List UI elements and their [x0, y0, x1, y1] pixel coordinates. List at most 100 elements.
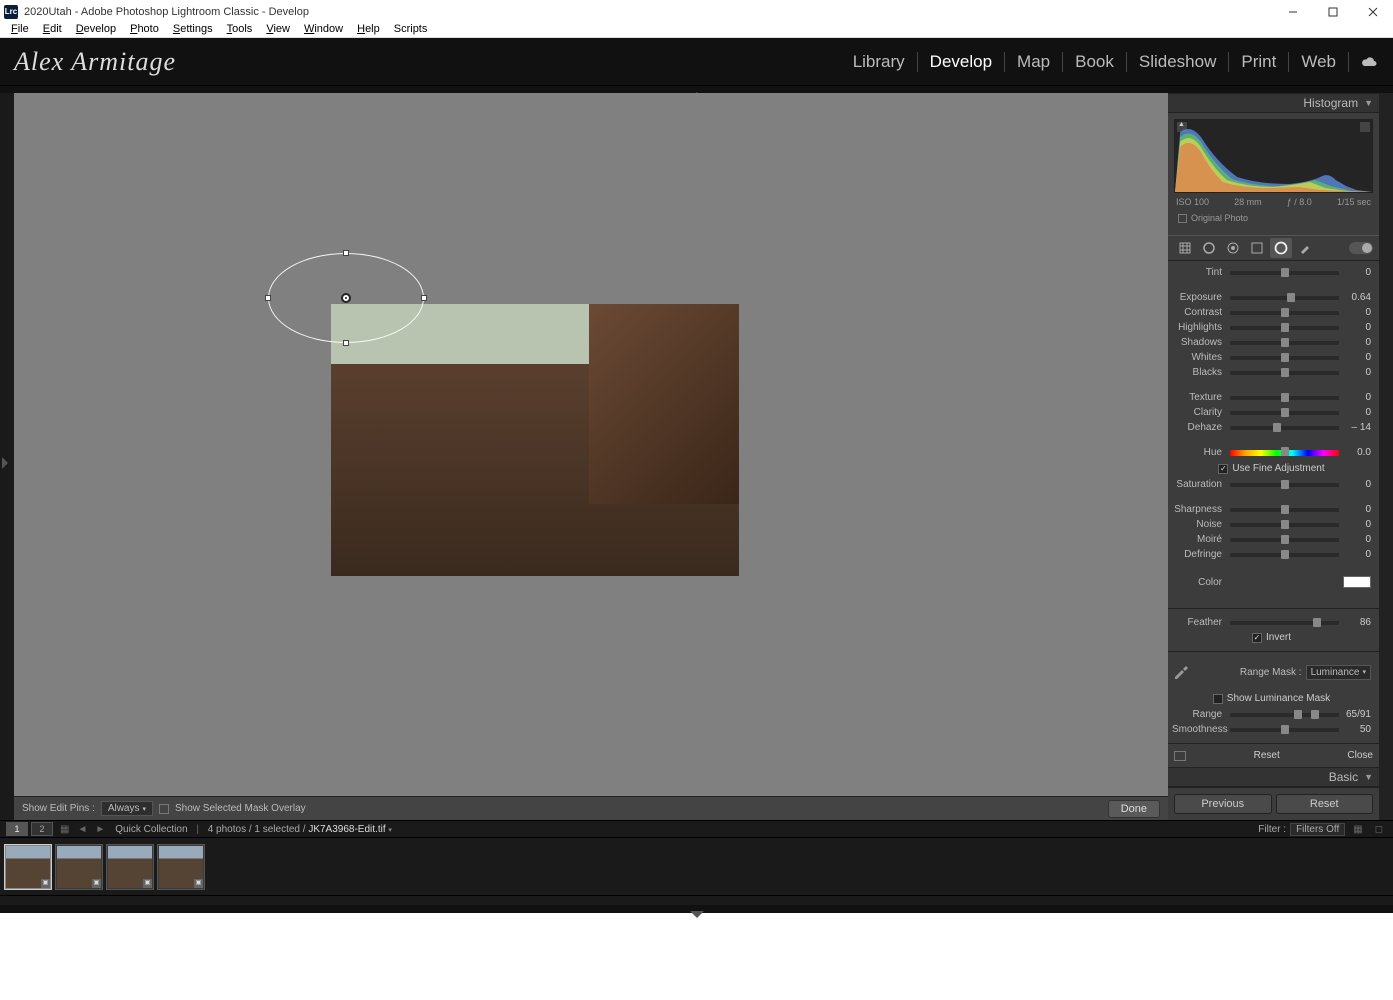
identity-plate[interactable]: Alex Armitage [14, 47, 176, 77]
top-panel-collapse[interactable] [0, 86, 1393, 93]
feather-slider[interactable]: Feather86 [1172, 615, 1371, 630]
close-button[interactable] [1353, 0, 1393, 23]
filmstrip[interactable]: ▣ ▣ ▣ ▣ [0, 838, 1393, 895]
blacks-slider[interactable]: Blacks0 [1172, 365, 1371, 380]
radial-filter-tool[interactable] [1270, 238, 1292, 258]
minimize-button[interactable] [1273, 0, 1313, 23]
menu-scripts[interactable]: Scripts [389, 23, 433, 35]
menu-help[interactable]: Help [352, 23, 385, 35]
preview-image[interactable] [331, 304, 739, 576]
menu-file[interactable]: File [6, 23, 34, 35]
filmstrip-scrollbar[interactable] [0, 895, 1393, 905]
radial-handle-right[interactable] [421, 295, 427, 301]
secondary-view-1[interactable]: 1 [6, 822, 28, 836]
image-canvas[interactable] [14, 93, 1168, 796]
menu-view[interactable]: View [261, 23, 295, 35]
show-mask-checkbox[interactable] [159, 804, 169, 814]
radial-handle-bottom[interactable] [343, 340, 349, 346]
radial-handle-left[interactable] [265, 295, 271, 301]
thumbnail[interactable]: ▣ [4, 844, 52, 890]
reset-link[interactable]: Reset [1254, 750, 1280, 761]
module-develop[interactable]: Develop [918, 52, 1005, 72]
menu-photo[interactable]: Photo [125, 23, 164, 35]
eyedropper-icon[interactable] [1172, 662, 1192, 682]
reset-button[interactable]: Reset [1276, 794, 1374, 814]
done-button[interactable]: Done [1108, 800, 1160, 818]
dehaze-slider[interactable]: Dehaze– 14 [1172, 420, 1371, 435]
show-edit-pins-dropdown[interactable]: Always▾ [101, 801, 153, 816]
filter-lock-icon[interactable]: ▦ [1349, 824, 1366, 835]
spot-removal-tool[interactable] [1198, 238, 1220, 258]
shadows-slider[interactable]: Shadows0 [1172, 335, 1371, 350]
radial-filter-overlay[interactable] [268, 253, 424, 343]
source-label[interactable]: Quick Collection [115, 824, 187, 835]
grid-view-icon[interactable]: ▦ [56, 824, 73, 835]
previous-button[interactable]: Previous [1174, 794, 1272, 814]
show-luminance-mask[interactable]: Show Luminance Mask [1172, 690, 1371, 707]
secondary-view-2[interactable]: 2 [31, 822, 53, 836]
hue-slider[interactable]: Hue0.0 [1172, 445, 1371, 460]
highlights-slider[interactable]: Highlights0 [1172, 320, 1371, 335]
tint-slider[interactable]: Tint0 [1172, 265, 1371, 280]
maximize-button[interactable] [1313, 0, 1353, 23]
filter-label: Filter : [1258, 824, 1286, 835]
cloud-sync-icon[interactable] [1359, 55, 1379, 69]
radial-handle-top[interactable] [343, 250, 349, 256]
crop-tool[interactable] [1174, 238, 1196, 258]
photo-count: 4 photos / 1 selected / [208, 824, 306, 835]
moire-slider[interactable]: Moiré0 [1172, 532, 1371, 547]
filmstrip-info-bar: 1 2 ▦ ◄ ► Quick Collection | 4 photos / … [0, 820, 1393, 838]
filter-dropdown[interactable]: Filters Off [1290, 823, 1345, 836]
thumbnail[interactable]: ▣ [55, 844, 103, 890]
graduated-filter-tool[interactable] [1246, 238, 1268, 258]
redeye-tool[interactable] [1222, 238, 1244, 258]
use-fine-adjustment[interactable]: ✓Use Fine Adjustment [1172, 460, 1371, 477]
nav-next-icon[interactable]: ► [91, 824, 109, 835]
left-panel-collapsed[interactable] [0, 93, 14, 820]
filter-switch-icon[interactable]: ◻ [1371, 824, 1387, 835]
range-mask-dropdown[interactable]: Luminance▾ [1306, 665, 1371, 680]
menu-edit[interactable]: Edit [38, 23, 67, 35]
color-picker-row[interactable]: Color [1172, 572, 1371, 592]
exposure-slider[interactable]: Exposure0.64 [1172, 290, 1371, 305]
saturation-slider[interactable]: Saturation0 [1172, 477, 1371, 492]
noise-slider[interactable]: Noise0 [1172, 517, 1371, 532]
menu-window[interactable]: Window [299, 23, 348, 35]
original-photo-toggle[interactable]: Original Photo [1174, 211, 1373, 229]
module-library[interactable]: Library [841, 52, 918, 72]
contrast-slider[interactable]: Contrast0 [1172, 305, 1371, 320]
invert-checkbox[interactable]: ✓Invert [1172, 630, 1371, 647]
nav-prev-icon[interactable]: ◄ [73, 824, 91, 835]
close-link[interactable]: Close [1347, 750, 1373, 761]
module-web[interactable]: Web [1289, 52, 1349, 72]
color-swatch[interactable] [1343, 576, 1371, 588]
basic-panel-header[interactable]: Basic▼ [1168, 767, 1379, 787]
smoothness-slider[interactable]: Smoothness50 [1172, 722, 1371, 737]
thumbnail[interactable]: ▣ [106, 844, 154, 890]
whites-slider[interactable]: Whites0 [1172, 350, 1371, 365]
defringe-slider[interactable]: Defringe0 [1172, 547, 1371, 562]
module-map[interactable]: Map [1005, 52, 1063, 72]
menu-develop[interactable]: Develop [71, 23, 121, 35]
adjustment-brush-tool[interactable] [1294, 238, 1316, 258]
menu-tools[interactable]: Tools [222, 23, 258, 35]
radial-center-pin[interactable] [341, 293, 351, 303]
histogram[interactable] [1174, 119, 1373, 193]
module-slideshow[interactable]: Slideshow [1127, 52, 1230, 72]
sharpness-slider[interactable]: Sharpness0 [1172, 502, 1371, 517]
histogram-panel-header[interactable]: Histogram▼ [1168, 93, 1379, 113]
module-book[interactable]: Book [1063, 52, 1127, 72]
module-print[interactable]: Print [1229, 52, 1289, 72]
module-bar: Alex Armitage Library Develop Map Book S… [0, 38, 1393, 86]
texture-slider[interactable]: Texture0 [1172, 390, 1371, 405]
right-panel-scrollbar[interactable] [1379, 93, 1393, 820]
app-icon: Lrc [4, 5, 18, 19]
clarity-slider[interactable]: Clarity0 [1172, 405, 1371, 420]
range-slider[interactable]: Range65/91 [1172, 707, 1371, 722]
current-filename[interactable]: JK7A3968-Edit.tif [308, 824, 385, 835]
preset-save-icon[interactable] [1174, 751, 1186, 761]
bottom-panel-collapse[interactable] [0, 905, 1393, 913]
menu-settings[interactable]: Settings [168, 23, 218, 35]
panel-switch[interactable] [1349, 242, 1373, 254]
thumbnail[interactable]: ▣ [157, 844, 205, 890]
